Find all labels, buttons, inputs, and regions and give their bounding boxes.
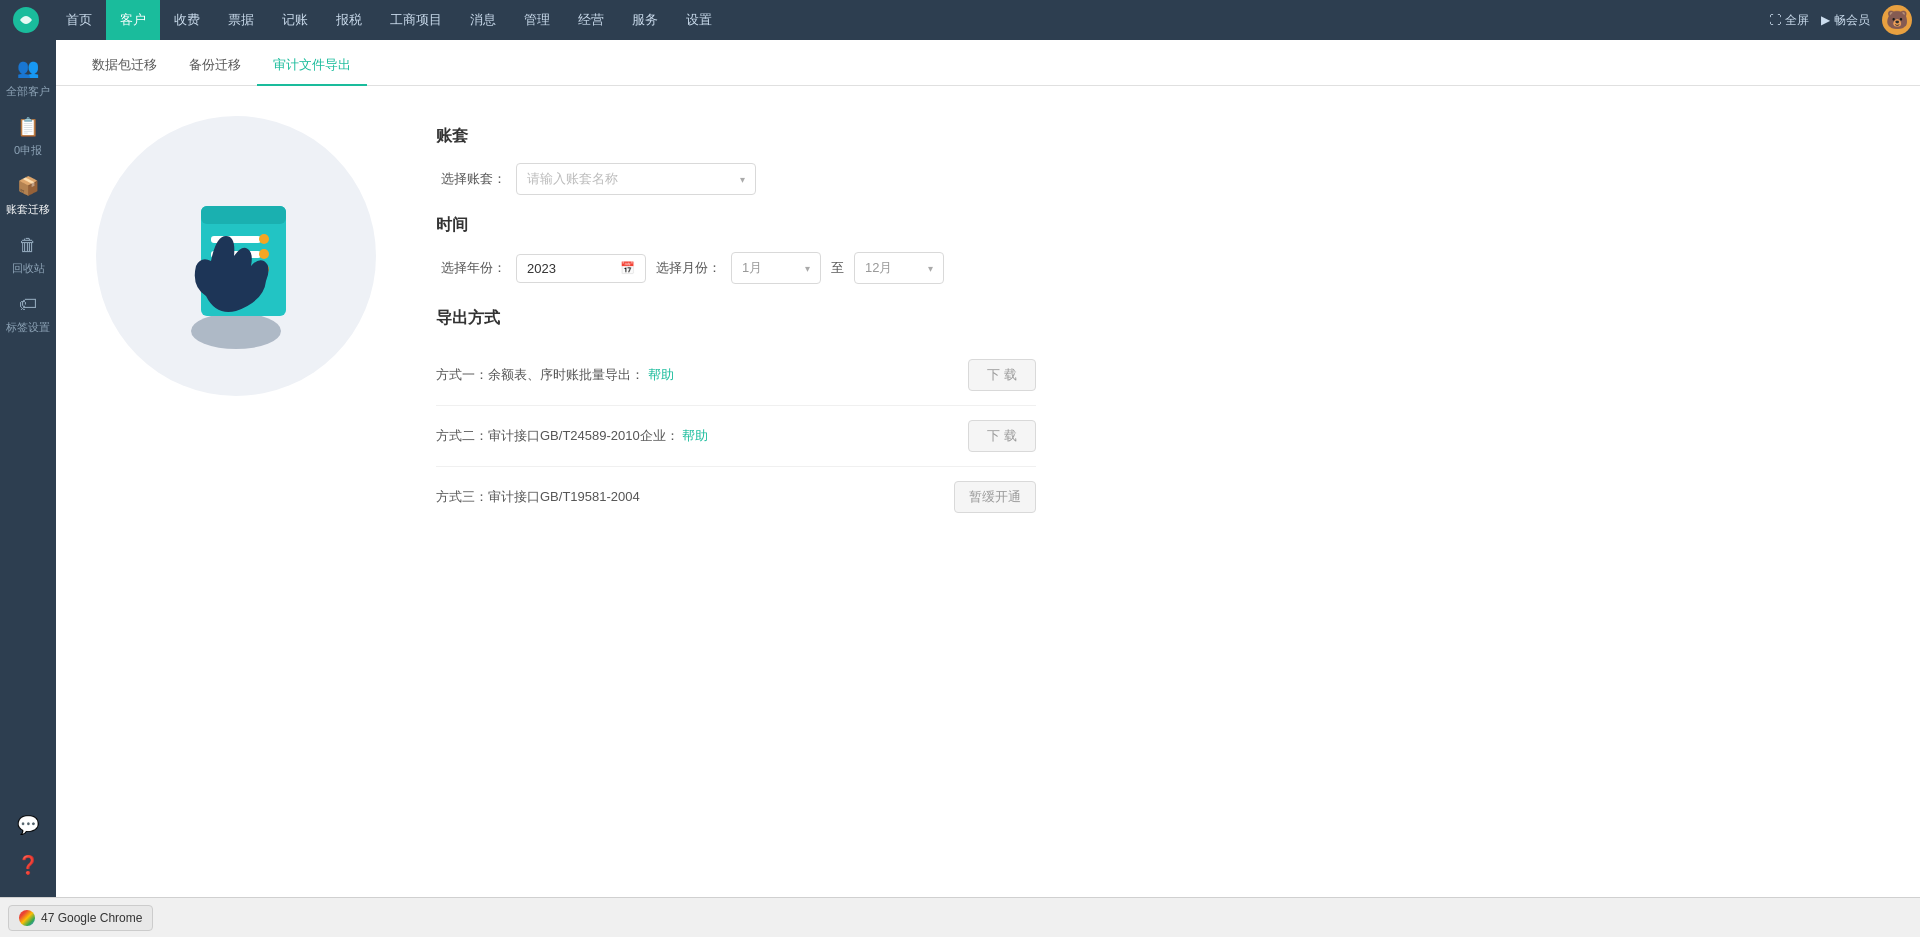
sidebar-item-account-migrate[interactable]: 📦 账套迁移 — [0, 166, 56, 225]
content-area: 数据包迁移 备份迁移 审计文件导出 — [56, 40, 1920, 897]
tag-settings-icon: 🏷 — [16, 292, 40, 316]
top-navigation: 首页 客户 收费 票据 记账 报税 工商项目 消息 管理 经营 服务 设置 ⛶ … — [0, 0, 1920, 40]
export-method-1-text: 方式一：余额表、序时账批量导出： — [436, 367, 644, 382]
sidebar: 👥 全部客户 📋 0申报 📦 账套迁移 🗑 回收站 🏷 标签设置 💬 ❓ — [0, 40, 56, 897]
sidebar-item-all-customers[interactable]: 👥 全部客户 — [0, 48, 56, 107]
export-method-3-desc: 方式三：审计接口GB/T19581-2004 — [436, 488, 640, 506]
nav-bookkeeping[interactable]: 记账 — [268, 0, 322, 40]
sidebar-tag-settings-label: 标签设置 — [6, 320, 50, 335]
sidebar-zero-declare-label: 0申报 — [14, 143, 42, 158]
sidebar-item-chat[interactable]: 💬 — [0, 805, 56, 845]
svg-rect-3 — [201, 206, 286, 224]
svg-point-1 — [191, 313, 281, 349]
main-layout: 👥 全部客户 📋 0申报 📦 账套迁移 🗑 回收站 🏷 标签设置 💬 ❓ — [0, 40, 1920, 897]
sidebar-account-migrate-label: 账套迁移 — [6, 202, 50, 217]
end-month-value: 12月 — [865, 259, 892, 277]
sidebar-item-help[interactable]: ❓ — [0, 845, 56, 885]
form-container: 账套 选择账套： 请输入账套名称 ▾ 时间 选择年份： 2023 — [96, 116, 1880, 527]
app-logo[interactable] — [8, 2, 44, 38]
fullscreen-icon: ⛶ — [1769, 13, 1781, 27]
member-button[interactable]: ▶ 畅会员 — [1821, 12, 1870, 29]
nav-business[interactable]: 工商项目 — [376, 0, 456, 40]
chat-icon: 💬 — [16, 813, 40, 837]
export-method-2-text: 方式二：审计接口GB/T24589-2010企业： — [436, 428, 679, 443]
svg-point-8 — [259, 234, 269, 244]
end-month-chevron-icon: ▾ — [928, 263, 933, 274]
page-content: 账套 选择账套： 请输入账套名称 ▾ 时间 选择年份： 2023 — [56, 86, 1920, 897]
time-row: 选择年份： 2023 📅 选择月份： 1月 ▾ 至 12月 — [436, 252, 1036, 284]
svg-point-9 — [259, 249, 269, 259]
open-button-3[interactable]: 暂缓开通 — [954, 481, 1036, 513]
month-chevron-icon: ▾ — [805, 263, 810, 274]
download-button-2[interactable]: 下 载 — [968, 420, 1036, 452]
export-method-2-desc: 方式二：审计接口GB/T24589-2010企业： 帮助 — [436, 427, 708, 445]
nav-home[interactable]: 首页 — [52, 0, 106, 40]
illustration-svg — [146, 156, 326, 356]
start-month-value: 1月 — [742, 259, 762, 277]
sidebar-recycle-label: 回收站 — [12, 261, 45, 276]
nav-customer[interactable]: 客户 — [106, 0, 160, 40]
sidebar-item-zero-declare[interactable]: 📋 0申报 — [0, 107, 56, 166]
nav-operation[interactable]: 经营 — [564, 0, 618, 40]
tab-backup-migrate[interactable]: 备份迁移 — [173, 46, 257, 86]
export-method-1-desc: 方式一：余额表、序时账批量导出： 帮助 — [436, 366, 674, 384]
nav-management[interactable]: 管理 — [510, 0, 564, 40]
account-placeholder: 请输入账套名称 — [527, 170, 618, 188]
fullscreen-label: 全屏 — [1785, 12, 1809, 29]
start-month-select[interactable]: 1月 ▾ — [731, 252, 821, 284]
download-button-1[interactable]: 下 载 — [968, 359, 1036, 391]
recycle-icon: 🗑 — [16, 233, 40, 257]
chrome-icon — [19, 910, 35, 926]
taskbar-chrome-item[interactable]: 47 Google Chrome — [8, 905, 153, 931]
tabs-bar: 数据包迁移 备份迁移 审计文件导出 — [56, 40, 1920, 86]
user-avatar[interactable]: 🐻 — [1882, 5, 1912, 35]
account-row: 选择账套： 请输入账套名称 ▾ — [436, 163, 1036, 195]
nav-fee[interactable]: 收费 — [160, 0, 214, 40]
nav-right-controls: ⛶ 全屏 ▶ 畅会员 🐻 — [1769, 5, 1912, 35]
month-label: 选择月份： — [656, 259, 721, 277]
year-label: 选择年份： — [436, 259, 506, 277]
help-icon: ❓ — [16, 853, 40, 877]
export-section-title: 导出方式 — [436, 308, 1036, 329]
member-icon: ▶ — [1821, 13, 1830, 27]
tab-audit-export[interactable]: 审计文件导出 — [257, 46, 367, 86]
export-section: 导出方式 方式一：余额表、序时账批量导出： 帮助 下 载 方式二：审计接口GB/… — [436, 308, 1036, 527]
nav-service[interactable]: 服务 — [618, 0, 672, 40]
export-method-1-help[interactable]: 帮助 — [648, 367, 674, 382]
calendar-icon: 📅 — [620, 261, 635, 275]
all-customers-icon: 👥 — [16, 56, 40, 80]
sidebar-item-recycle[interactable]: 🗑 回收站 — [0, 225, 56, 284]
account-section-title: 账套 — [436, 126, 1036, 147]
illustration-area — [96, 116, 376, 396]
end-month-select[interactable]: 12月 ▾ — [854, 252, 944, 284]
account-migrate-icon: 📦 — [16, 174, 40, 198]
tab-data-migrate[interactable]: 数据包迁移 — [76, 46, 173, 86]
export-method-2-help[interactable]: 帮助 — [682, 428, 708, 443]
form-area: 账套 选择账套： 请输入账套名称 ▾ 时间 选择年份： 2023 — [436, 116, 1036, 527]
sidebar-all-customers-label: 全部客户 — [6, 84, 50, 99]
nav-invoice[interactable]: 票据 — [214, 0, 268, 40]
sidebar-item-tag-settings[interactable]: 🏷 标签设置 — [0, 284, 56, 343]
export-method-3-text: 方式三：审计接口GB/T19581-2004 — [436, 489, 640, 504]
to-label: 至 — [831, 259, 844, 277]
account-label: 选择账套： — [436, 170, 506, 188]
nav-settings[interactable]: 设置 — [672, 0, 726, 40]
taskbar: 47 Google Chrome — [0, 897, 1920, 937]
fullscreen-button[interactable]: ⛶ 全屏 — [1769, 12, 1809, 29]
member-label: 畅会员 — [1834, 12, 1870, 29]
account-select[interactable]: 请输入账套名称 ▾ — [516, 163, 756, 195]
sidebar-bottom: 💬 ❓ — [0, 805, 56, 897]
nav-items: 首页 客户 收费 票据 记账 报税 工商项目 消息 管理 经营 服务 设置 — [52, 0, 1769, 40]
taskbar-chrome-label: 47 Google Chrome — [41, 911, 142, 925]
time-section-title: 时间 — [436, 215, 1036, 236]
year-input[interactable]: 2023 📅 — [516, 254, 646, 283]
nav-message[interactable]: 消息 — [456, 0, 510, 40]
year-value: 2023 — [527, 261, 556, 276]
nav-tax[interactable]: 报税 — [322, 0, 376, 40]
export-method-2: 方式二：审计接口GB/T24589-2010企业： 帮助 下 载 — [436, 406, 1036, 467]
export-method-1: 方式一：余额表、序时账批量导出： 帮助 下 载 — [436, 345, 1036, 406]
export-method-3: 方式三：审计接口GB/T19581-2004 暂缓开通 — [436, 467, 1036, 527]
account-chevron-icon: ▾ — [740, 174, 745, 185]
zero-declare-icon: 📋 — [16, 115, 40, 139]
